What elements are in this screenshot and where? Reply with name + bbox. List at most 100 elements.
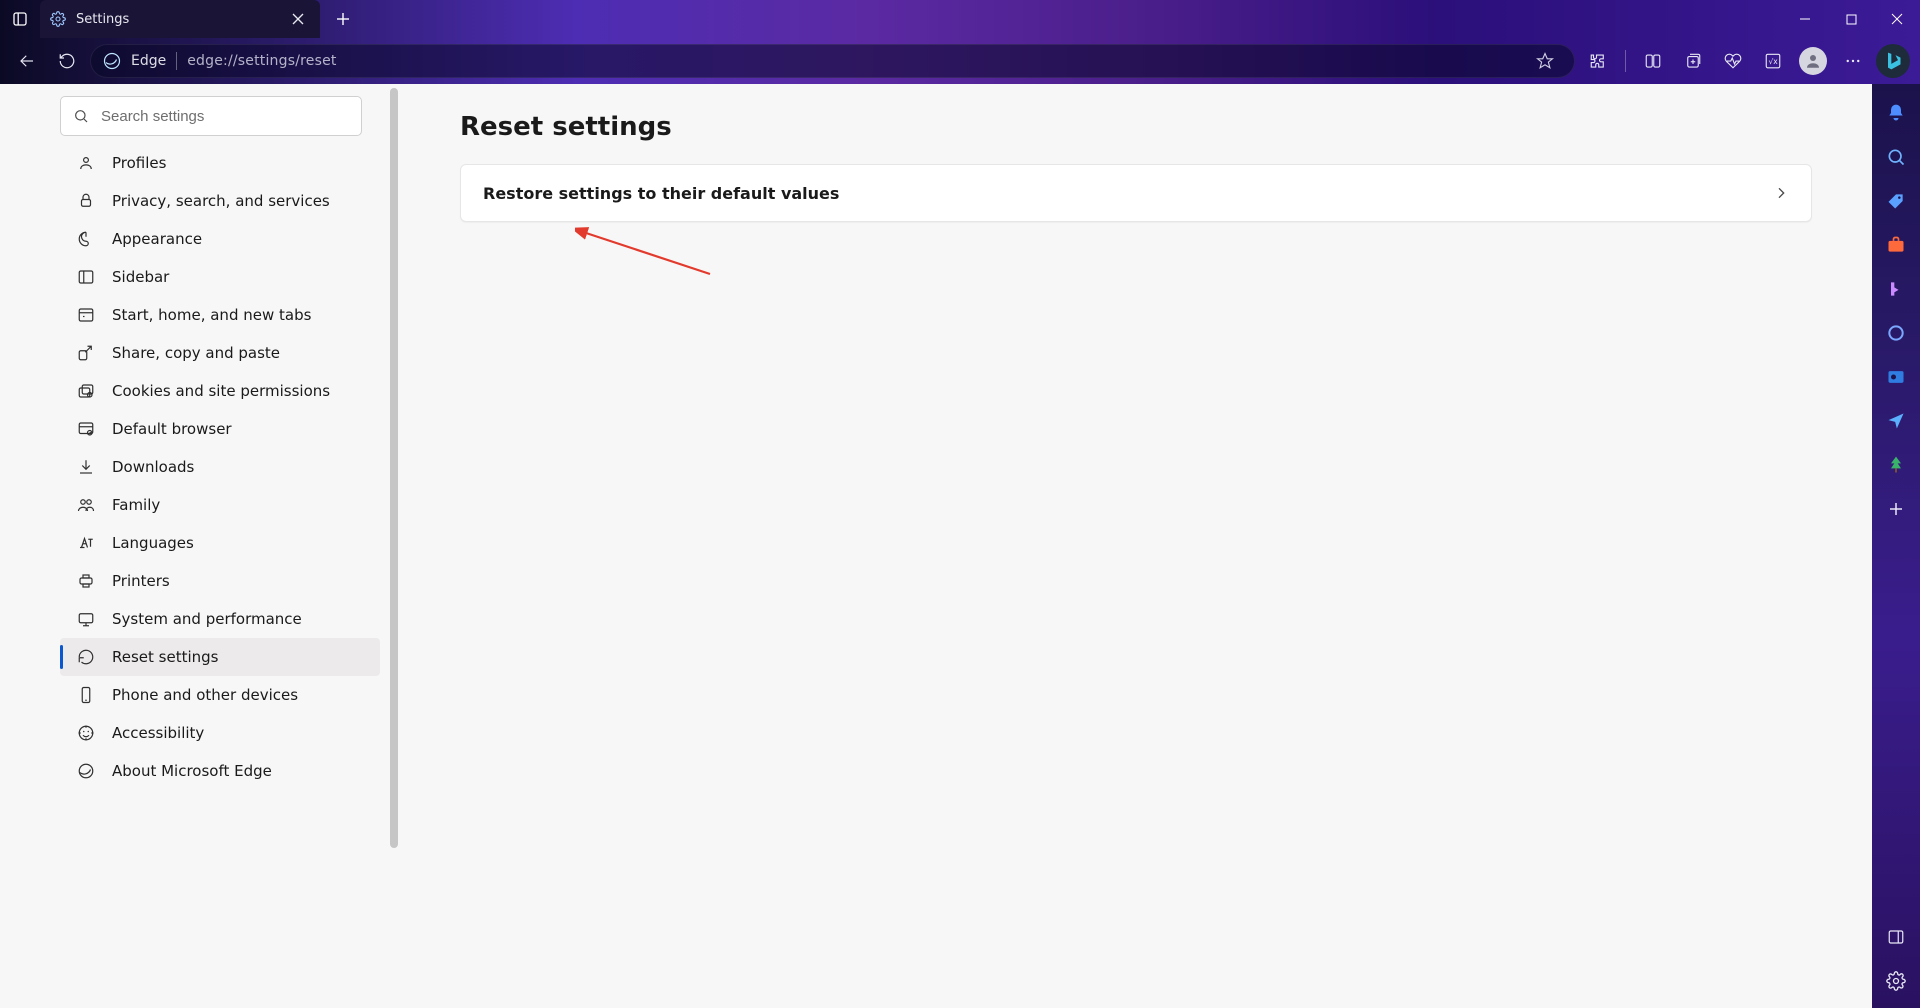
sidebar-outlook-button[interactable] — [1883, 364, 1909, 390]
browser-essentials-button[interactable] — [1716, 44, 1750, 78]
refresh-icon — [58, 52, 76, 70]
share-copy-icon — [76, 343, 96, 363]
close-icon — [1891, 13, 1903, 25]
scrollbar-thumb[interactable] — [390, 88, 398, 848]
nav-item-cookies[interactable]: Cookies and site permissions — [60, 372, 380, 410]
annotation-arrow — [575, 224, 715, 284]
sidebar-scrollbar[interactable] — [388, 84, 400, 1008]
sidebar-efficiency-button[interactable] — [1883, 452, 1909, 478]
nav-item-appearance[interactable]: Appearance — [60, 220, 380, 258]
accessibility-icon — [76, 723, 96, 743]
privacy-icon — [76, 191, 96, 211]
nav-item-sidebar[interactable]: Sidebar — [60, 258, 380, 296]
window-minimize-button[interactable] — [1782, 0, 1828, 38]
nav-item-about[interactable]: About Microsoft Edge — [60, 752, 380, 790]
bell-icon — [1886, 103, 1906, 123]
tag-icon — [1886, 191, 1906, 211]
sidebar-shopping-button[interactable] — [1883, 188, 1909, 214]
sidebar-search-button[interactable] — [1883, 144, 1909, 170]
settings-nav-list: Profiles Privacy, search, and servicesApp… — [30, 144, 380, 790]
more-button[interactable] — [1836, 44, 1870, 78]
phone-icon — [76, 685, 96, 705]
sidebar-tools-button[interactable] — [1883, 232, 1909, 258]
briefcase-icon — [1886, 235, 1906, 255]
restore-defaults-label: Restore settings to their default values — [483, 184, 839, 203]
sidebar-notifications-button[interactable] — [1883, 100, 1909, 126]
sidebar-hide-button[interactable] — [1883, 924, 1909, 950]
edge-logo-icon — [103, 52, 121, 70]
tab-close-button[interactable] — [286, 7, 310, 31]
cookies-icon — [76, 381, 96, 401]
back-button[interactable] — [10, 44, 44, 78]
nav-item-label: Cookies and site permissions — [112, 382, 330, 400]
restore-defaults-option[interactable]: Restore settings to their default values — [460, 164, 1812, 222]
bing-icon — [1883, 51, 1903, 71]
collections-icon — [1684, 52, 1702, 70]
refresh-button[interactable] — [50, 44, 84, 78]
avatar — [1799, 47, 1827, 75]
sidebar-games-button[interactable] — [1883, 276, 1909, 302]
nav-item-default-browser[interactable]: Default browser — [60, 410, 380, 448]
start-home-icon — [76, 305, 96, 325]
favorite-button[interactable] — [1528, 44, 1562, 78]
gear-icon — [1886, 971, 1906, 991]
family-icon — [76, 495, 96, 515]
nav-item-label: Phone and other devices — [112, 686, 298, 704]
address-bar[interactable]: Edge edge://settings/reset — [90, 44, 1575, 78]
nav-item-downloads[interactable]: Downloads — [60, 448, 380, 486]
puzzle-icon — [1589, 52, 1607, 70]
sidebar-drop-button[interactable] — [1883, 408, 1909, 434]
minimize-icon — [1799, 13, 1811, 25]
nav-item-start-home[interactable]: Start, home, and new tabs — [60, 296, 380, 334]
math-solver-button[interactable]: √x — [1756, 44, 1790, 78]
nav-item-label: Default browser — [112, 420, 232, 438]
nav-item-languages[interactable]: Languages — [60, 524, 380, 562]
ellipsis-icon — [1844, 52, 1862, 70]
send-icon — [1886, 411, 1906, 431]
nav-item-printers[interactable]: Printers — [60, 562, 380, 600]
nav-item-system[interactable]: System and performance — [60, 600, 380, 638]
nav-item-label: Start, home, and new tabs — [112, 306, 311, 324]
panel-icon — [1887, 928, 1905, 946]
extensions-button[interactable] — [1581, 44, 1615, 78]
address-url: edge://settings/reset — [187, 53, 336, 69]
nav-item-privacy[interactable]: Privacy, search, and services — [60, 182, 380, 220]
arrow-left-icon — [18, 52, 36, 70]
sidebar-m365-button[interactable] — [1883, 320, 1909, 346]
nav-item-family[interactable]: Family — [60, 486, 380, 524]
nav-item-reset-settings[interactable]: Reset settings — [60, 638, 380, 676]
nav-item-label: Languages — [112, 534, 194, 552]
nav-item-label: Profiles — [112, 154, 166, 172]
profile-button[interactable] — [1796, 44, 1830, 78]
sidebar-add-button[interactable] — [1883, 496, 1909, 522]
settings-search[interactable] — [60, 96, 362, 136]
new-tab-button[interactable] — [326, 2, 360, 36]
nav-item-phone[interactable]: Phone and other devices — [60, 676, 380, 714]
m365-icon — [1886, 323, 1906, 343]
nav-item-accessibility[interactable]: Accessibility — [60, 714, 380, 752]
collections-button[interactable] — [1676, 44, 1710, 78]
titlebar: Settings — [0, 0, 1920, 38]
sidebar-settings-button[interactable] — [1883, 968, 1909, 994]
split-screen-button[interactable] — [1636, 44, 1670, 78]
settings-search-input[interactable] — [101, 108, 349, 125]
nav-item-share-copy[interactable]: Share, copy and paste — [60, 334, 380, 372]
maximize-icon — [1846, 14, 1857, 25]
outlook-icon — [1886, 367, 1906, 387]
copilot-button[interactable] — [1876, 44, 1910, 78]
page-title: Reset settings — [460, 112, 1812, 142]
default-browser-icon — [76, 419, 96, 439]
profiles-icon — [76, 153, 96, 173]
window-close-button[interactable] — [1874, 0, 1920, 38]
languages-icon — [76, 533, 96, 553]
browser-tab-settings[interactable]: Settings — [40, 0, 320, 38]
person-icon — [1804, 52, 1822, 70]
close-icon — [292, 13, 304, 25]
nav-item-profiles[interactable]: Profiles — [60, 144, 380, 182]
tab-actions-button[interactable] — [0, 0, 40, 38]
gear-icon — [50, 11, 66, 27]
plus-icon — [1887, 500, 1905, 518]
nav-item-label: Family — [112, 496, 160, 514]
window-maximize-button[interactable] — [1828, 0, 1874, 38]
math-icon: √x — [1764, 52, 1782, 70]
